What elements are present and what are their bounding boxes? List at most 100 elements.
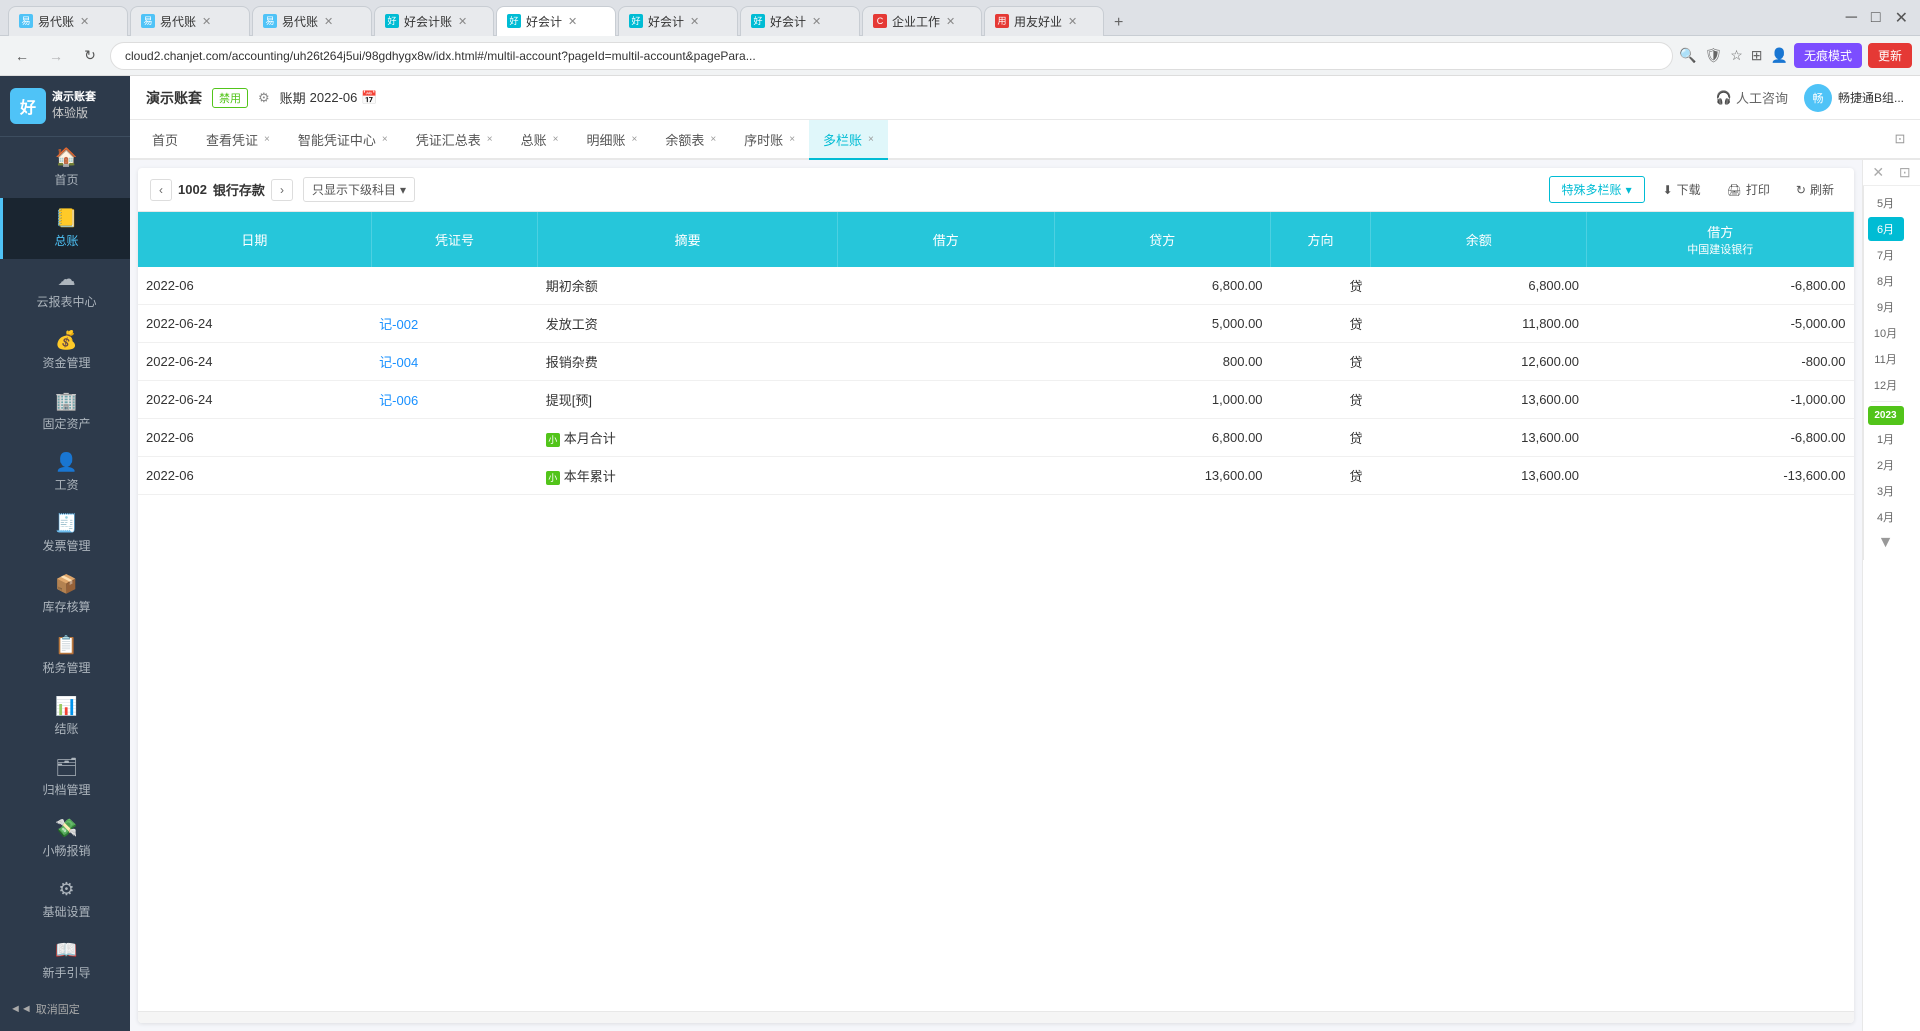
browser-tab-1[interactable]: 易 易代账 ✕: [8, 6, 128, 36]
voucher-link[interactable]: 记-004: [379, 355, 418, 370]
sidebar-item-首页[interactable]: 🏠 首页: [0, 137, 130, 198]
expand-right-button[interactable]: ⊡: [1899, 164, 1911, 181]
month-item-2022-11月[interactable]: 11月: [1868, 347, 1904, 371]
month-item-2023-2月[interactable]: 2月: [1868, 453, 1904, 477]
sidebar-item-云报表中心[interactable]: ☁ 云报表中心: [0, 259, 130, 320]
search-icon[interactable]: 🔍: [1679, 47, 1696, 64]
profile-icon[interactable]: 👤: [1771, 47, 1788, 64]
tab-close-icon[interactable]: ✕: [80, 15, 89, 28]
browser-tab-8[interactable]: C 企业工作 ✕: [862, 6, 982, 36]
sidebar-item-小畅报销[interactable]: 💸 小畅报销: [0, 808, 130, 869]
collapse-right-button[interactable]: ✕: [1872, 164, 1884, 181]
browser-tab-9[interactable]: 用 用友好业 ✕: [984, 6, 1104, 36]
nav-tab-close-icon[interactable]: ×: [487, 134, 493, 145]
tab-nav-collapse-button[interactable]: ⊡: [1888, 127, 1912, 151]
sidebar-item-总账[interactable]: 📒 总账: [0, 198, 130, 259]
month-scroll-down-button[interactable]: ▼: [1874, 530, 1898, 556]
bookmark-icon[interactable]: ☆: [1730, 47, 1743, 64]
filter-select[interactable]: 只显示下级科目 ▾: [303, 177, 415, 202]
month-item-2022-8月[interactable]: 8月: [1868, 269, 1904, 293]
nav-tab-查看凭证[interactable]: 查看凭证×: [192, 120, 284, 160]
sidebar-item-基础设置[interactable]: ⚙ 基础设置: [0, 869, 130, 930]
sidebar-item-结账[interactable]: 📊 结账: [0, 686, 130, 747]
demo-badge[interactable]: 禁用: [212, 88, 248, 108]
sidebar-item-资金管理[interactable]: 💰 资金管理: [0, 320, 130, 381]
nav-tab-多栏账[interactable]: 多栏账×: [809, 120, 888, 160]
nav-tab-凭证汇总表[interactable]: 凭证汇总表×: [402, 120, 507, 160]
tab-close-icon[interactable]: ✕: [812, 15, 821, 28]
tab-close-icon[interactable]: ✕: [458, 15, 467, 28]
user-name[interactable]: 畅捷通B组...: [1838, 89, 1904, 106]
special-multicolumn-button[interactable]: 特殊多栏账 ▾: [1549, 176, 1645, 203]
account-prev-button[interactable]: ‹: [150, 179, 172, 201]
month-item-2022-12月[interactable]: 12月: [1868, 373, 1904, 397]
horizontal-scrollbar[interactable]: [138, 1011, 1854, 1023]
browser-tab-7[interactable]: 好 好会计 ✕: [740, 6, 860, 36]
nav-tab-首页[interactable]: 首页: [138, 120, 192, 160]
update-button[interactable]: 更新: [1868, 43, 1912, 68]
sidebar-item-归档管理[interactable]: 🗂 归档管理: [0, 747, 130, 808]
service-button[interactable]: 🎧 人工咨询: [1716, 88, 1788, 107]
nav-tab-总账[interactable]: 总账×: [507, 120, 573, 160]
nav-tab-序时账[interactable]: 序时账×: [730, 120, 809, 160]
reload-button[interactable]: ↻: [76, 42, 104, 70]
month-item-2023-3月[interactable]: 3月: [1868, 479, 1904, 503]
nav-tab-close-icon[interactable]: ×: [382, 134, 388, 145]
tab-close-icon[interactable]: ✕: [1068, 15, 1077, 28]
sidebar-item-发票管理[interactable]: 🧾 发票管理: [0, 503, 130, 564]
account-next-button[interactable]: ›: [271, 179, 293, 201]
month-item-2022-7月[interactable]: 7月: [1868, 243, 1904, 267]
tab-close-icon[interactable]: ✕: [324, 15, 333, 28]
back-button[interactable]: ←: [8, 42, 36, 70]
sidebar-item-新手引导[interactable]: 📖 新手引导: [0, 930, 130, 987]
new-tab-button[interactable]: +: [1106, 10, 1131, 36]
sidebar-item-库存核算[interactable]: 📦 库存核算: [0, 564, 130, 625]
month-item-2022-10月[interactable]: 10月: [1868, 321, 1904, 345]
calendar-icon[interactable]: 📅: [361, 90, 377, 106]
nav-tab-close-icon[interactable]: ×: [264, 134, 270, 145]
address-input[interactable]: [110, 42, 1673, 70]
extensions-icon[interactable]: ⊞: [1751, 47, 1763, 64]
print-button[interactable]: 🖨 打印: [1719, 177, 1778, 202]
nav-tab-明细账[interactable]: 明细账×: [572, 120, 651, 160]
browser-tab-4[interactable]: 好 好会计账 ✕: [374, 6, 494, 36]
unpin-button[interactable]: ◄◄ 取消固定: [10, 997, 120, 1021]
refresh-button[interactable]: ↻ 刷新: [1788, 177, 1842, 202]
sidebar-logo: 好 演示账套 体验版: [0, 76, 130, 137]
sidebar-item-固定资产[interactable]: 🏢 固定资产: [0, 381, 130, 442]
nav-tab-close-icon[interactable]: ×: [868, 134, 874, 145]
restore-icon[interactable]: □: [1867, 9, 1885, 27]
month-item-2023-1月[interactable]: 1月: [1868, 427, 1904, 451]
browser-tab-5[interactable]: 好 好会计 ✕: [496, 6, 616, 36]
close-window-icon[interactable]: ✕: [1891, 8, 1912, 28]
sidebar-item-工资[interactable]: 👤 工资: [0, 442, 130, 503]
nav-tab-close-icon[interactable]: ×: [631, 134, 637, 145]
tab-close-icon[interactable]: ✕: [568, 15, 577, 28]
period-value[interactable]: 2022-06: [310, 90, 358, 105]
nav-tab-close-icon[interactable]: ×: [789, 134, 795, 145]
sidebar-item-税务管理[interactable]: 📋 税务管理: [0, 625, 130, 686]
voucher-link[interactable]: 记-006: [379, 393, 418, 408]
nav-tab-close-icon[interactable]: ×: [710, 134, 716, 145]
browser-tab-6[interactable]: 好 好会计 ✕: [618, 6, 738, 36]
download-button[interactable]: ⬇ 下载: [1655, 177, 1709, 202]
month-item-2022-9月[interactable]: 9月: [1868, 295, 1904, 319]
month-item-2022-6月[interactable]: 6月: [1868, 217, 1904, 241]
tab-close-icon[interactable]: ✕: [946, 15, 955, 28]
nav-tab-智能凭证中心[interactable]: 智能凭证中心×: [284, 120, 402, 160]
voucher-link[interactable]: 记-002: [379, 317, 418, 332]
nav-tab-close-icon[interactable]: ×: [553, 134, 559, 145]
browser-tab-3[interactable]: 易 易代账 ✕: [252, 6, 372, 36]
ledger-data-table: 日期 凭证号 摘要 借方 贷方 方向 余额 借方中国建设银行 2022-06: [138, 212, 1854, 495]
month-item-2023-4月[interactable]: 4月: [1868, 505, 1904, 529]
refresh-icon: ↻: [1796, 183, 1806, 197]
minimize-icon[interactable]: ─: [1842, 9, 1861, 27]
tab-close-icon[interactable]: ✕: [690, 15, 699, 28]
month-item-2022-5月[interactable]: 5月: [1868, 191, 1904, 215]
browser-tab-2[interactable]: 易 易代账 ✕: [130, 6, 250, 36]
forward-button[interactable]: →: [42, 42, 70, 70]
wuhen-button[interactable]: 无痕模式: [1794, 43, 1862, 68]
tab-close-icon[interactable]: ✕: [202, 15, 211, 28]
nav-tab-余额表[interactable]: 余额表×: [651, 120, 730, 160]
settings-icon[interactable]: ⚙: [258, 90, 270, 106]
